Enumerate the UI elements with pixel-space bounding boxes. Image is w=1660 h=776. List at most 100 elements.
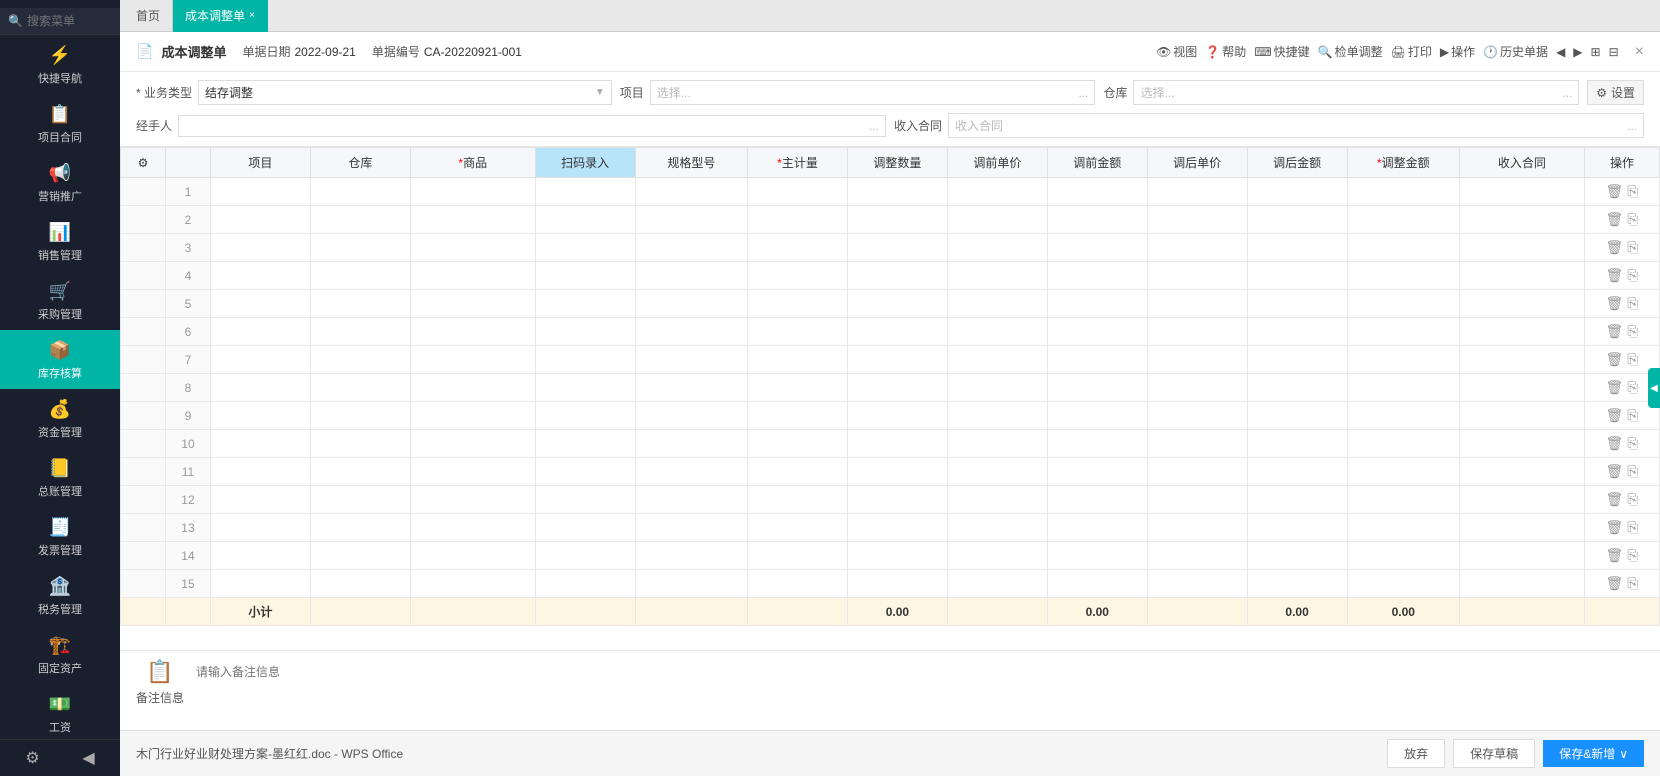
cell-project-6[interactable] [210,318,310,346]
cell-after_amount-2[interactable] [1247,206,1347,234]
cell-scan-3[interactable] [535,234,635,262]
cell-unit-7[interactable] [748,346,848,374]
sidebar-item-finance[interactable]: 💰资金管理 [0,389,120,448]
project-input[interactable]: 选择... ... [650,80,1096,105]
cell-income_contract-12[interactable] [1459,486,1584,514]
cell-warehouse-12[interactable] [310,486,410,514]
sidebar-item-payroll[interactable]: 💵工资 [0,684,120,739]
cell-warehouse-15[interactable] [310,570,410,598]
cell-settings-10[interactable] [121,430,166,458]
cell-after_amount-4[interactable] [1247,262,1347,290]
cell-settings-13[interactable] [121,514,166,542]
cell-income_contract-14[interactable] [1459,542,1584,570]
cell-warehouse-13[interactable] [310,514,410,542]
cell-adj_qty-15[interactable] [847,570,947,598]
cell-income_contract-2[interactable] [1459,206,1584,234]
cell-after_price-15[interactable] [1147,570,1247,598]
cell-adj_qty-14[interactable] [847,542,947,570]
copy-btn-12[interactable]: ⎘ [1627,491,1638,508]
copy-btn-9[interactable]: ⎘ [1627,407,1638,424]
cell-income_contract-1[interactable] [1459,178,1584,206]
cell-adj_amount-4[interactable] [1347,262,1459,290]
cell-adj_amount-13[interactable] [1347,514,1459,542]
cell-adj_qty-1[interactable] [847,178,947,206]
cell-adj_amount-7[interactable] [1347,346,1459,374]
cell-after_amount-14[interactable] [1247,542,1347,570]
copy-btn-3[interactable]: ⎘ [1627,239,1638,256]
discard-button[interactable]: 放弃 [1387,739,1445,768]
delete-btn-6[interactable]: 🗑 [1605,323,1623,340]
cell-project-10[interactable] [210,430,310,458]
cell-adj_amount-1[interactable] [1347,178,1459,206]
cell-after_amount-15[interactable] [1247,570,1347,598]
doc-action-help[interactable]: ❓帮助 [1205,43,1246,60]
cell-spec-3[interactable] [635,234,747,262]
cell-adj_qty-3[interactable] [847,234,947,262]
cell-goods-4[interactable] [410,262,535,290]
sidebar-item-ledger[interactable]: 📒总账管理 [0,448,120,507]
copy-btn-7[interactable]: ⎘ [1627,351,1638,368]
delete-btn-1[interactable]: 🗑 [1605,183,1623,200]
cell-before_amount-2[interactable] [1047,206,1147,234]
cell-before_amount-12[interactable] [1047,486,1147,514]
cell-income_contract-15[interactable] [1459,570,1584,598]
sidebar-item-sales-promo[interactable]: 📢营销推广 [0,153,120,212]
cell-adj_qty-11[interactable] [847,458,947,486]
notes-icon-area[interactable]: 📋 备注信息 [136,659,184,706]
cell-after_price-5[interactable] [1147,290,1247,318]
cell-after_price-6[interactable] [1147,318,1247,346]
cell-goods-9[interactable] [410,402,535,430]
cell-before_price-8[interactable] [947,374,1047,402]
copy-btn-2[interactable]: ⎘ [1627,211,1638,228]
copy-btn-4[interactable]: ⎘ [1627,267,1638,284]
cell-adj_amount-14[interactable] [1347,542,1459,570]
cell-after_amount-7[interactable] [1247,346,1347,374]
doc-action-view[interactable]: 👁视图 [1156,43,1197,60]
cell-settings-3[interactable] [121,234,166,262]
cell-spec-8[interactable] [635,374,747,402]
cell-unit-14[interactable] [748,542,848,570]
copy-btn-11[interactable]: ⎘ [1627,463,1638,480]
cell-goods-1[interactable] [410,178,535,206]
cell-goods-8[interactable] [410,374,535,402]
cell-after_price-12[interactable] [1147,486,1247,514]
cell-after_amount-5[interactable] [1247,290,1347,318]
cell-spec-7[interactable] [635,346,747,374]
collapse-icon[interactable]: ◀ [82,748,94,768]
cell-settings-12[interactable] [121,486,166,514]
delete-btn-5[interactable]: 🗑 [1605,295,1623,312]
cell-spec-11[interactable] [635,458,747,486]
copy-btn-10[interactable]: ⎘ [1627,435,1638,452]
delete-btn-15[interactable]: 🗑 [1605,575,1623,592]
save-draft-button[interactable]: 保存草稿 [1453,739,1535,768]
doc-action-next[interactable]: ▶ [1573,45,1582,59]
cell-after_amount-10[interactable] [1247,430,1347,458]
income-contract-input[interactable]: 收入合同 ... [948,113,1644,138]
cell-project-3[interactable] [210,234,310,262]
cell-project-5[interactable] [210,290,310,318]
cell-scan-8[interactable] [535,374,635,402]
sidebar-item-sales-mgmt[interactable]: 📊销售管理 [0,212,120,271]
delete-btn-9[interactable]: 🗑 [1605,407,1623,424]
cell-before_amount-4[interactable] [1047,262,1147,290]
cell-project-7[interactable] [210,346,310,374]
cell-before_price-3[interactable] [947,234,1047,262]
cell-adj_amount-9[interactable] [1347,402,1459,430]
cell-after_price-11[interactable] [1147,458,1247,486]
cell-before_amount-5[interactable] [1047,290,1147,318]
cell-project-1[interactable] [210,178,310,206]
cell-after_price-2[interactable] [1147,206,1247,234]
cell-adj_amount-3[interactable] [1347,234,1459,262]
cell-settings-15[interactable] [121,570,166,598]
cell-warehouse-3[interactable] [310,234,410,262]
cell-before_price-1[interactable] [947,178,1047,206]
cell-spec-9[interactable] [635,402,747,430]
cell-before_amount-8[interactable] [1047,374,1147,402]
cell-project-4[interactable] [210,262,310,290]
cell-unit-1[interactable] [748,178,848,206]
cell-spec-10[interactable] [635,430,747,458]
cell-goods-11[interactable] [410,458,535,486]
doc-action-shortcut[interactable]: ⌨快捷键 [1254,43,1309,60]
search-input[interactable] [27,14,97,28]
cell-income_contract-13[interactable] [1459,514,1584,542]
